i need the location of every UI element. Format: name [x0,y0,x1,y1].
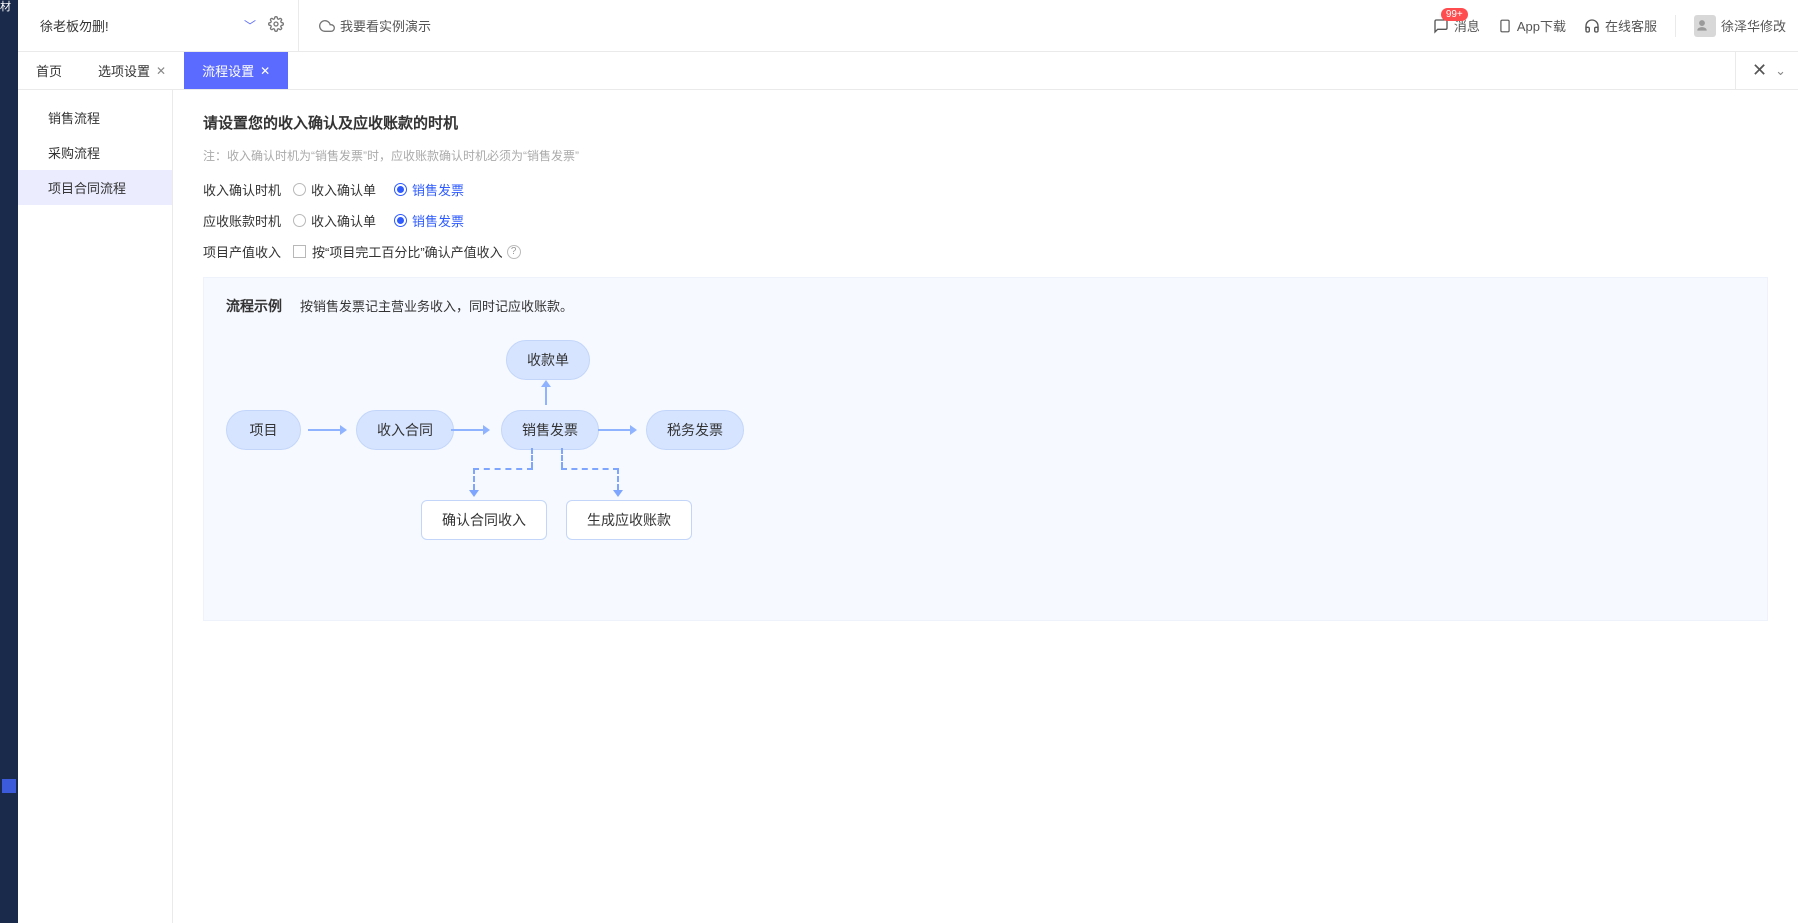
flow-example-title: 流程示例 [226,296,282,316]
row3-label: 项目产值收入 [203,242,293,261]
row-receivable-timing: 应收账款时机 收入确认单 销售发票 [203,211,1768,230]
headset-icon [1584,18,1600,34]
content-panel: 请设置您的收入确认及应收账款的时机 注：收入确认时机为“销售发票”时，应收账款确… [173,90,1798,923]
chevron-down-icon[interactable]: ﹀ [244,17,256,34]
radio-label: 收入确认单 [311,180,376,199]
row2-label: 应收账款时机 [203,211,293,230]
node-income-contract: 收入合同 [356,410,454,450]
main-area: 销售流程 采购流程 项目合同流程 请设置您的收入确认及应收账款的时机 注：收入确… [18,90,1798,923]
support-label: 在线客服 [1605,16,1657,35]
user-avatar-icon [1694,15,1716,37]
arrow-up-icon [541,380,551,405]
app-header: 徐老板勿删! ﹀ 我要看实例演示 99+ 消息 App下载 在线客服 徐泽华修改 [18,0,1798,52]
sidebar-item-purchase-flow[interactable]: 采购流程 [18,135,172,170]
username-label: 徐泽华修改 [1721,16,1786,35]
org-name-label: 徐老板勿删! [40,16,240,35]
flow-diagram: 收款单 项目 收入合同 销售发票 税务发票 确认合同收入 生成应收账款 [226,340,1745,580]
tabs-dropdown-icon[interactable]: ⌄ [1773,63,1788,79]
flow-example-panel: 流程示例 按销售发票记主营业务收入，同时记应收账款。 收款单 项目 收入合同 销… [203,277,1768,621]
arrow-icon [451,425,490,435]
row-income-timing: 收入确认时机 收入确认单 销售发票 [203,180,1768,199]
demo-link[interactable]: 我要看实例演示 [319,16,431,35]
tab-flow-label: 流程设置 [202,61,254,80]
gear-icon[interactable] [268,16,284,35]
page-title: 请设置您的收入确认及应收账款的时机 [203,112,1768,133]
radio-income-invoice[interactable]: 销售发票 [394,180,464,199]
dashed-connector [561,448,563,468]
header-separator [1675,15,1676,37]
tab-bar: 首页 选项设置 ✕ 流程设置 ✕ ✕ ⌄ [18,52,1798,90]
demo-link-label: 我要看实例演示 [340,16,431,35]
left-strip-indicator [2,779,16,793]
tab-home-label: 首页 [36,61,62,80]
node-gen-receivable: 生成应收账款 [566,500,692,540]
dashed-connector [473,468,533,470]
app-download-label: App下载 [1517,16,1566,35]
arrow-down-icon [613,490,623,497]
arrow-down-icon [469,490,479,497]
flow-example-desc: 按销售发票记主营业务收入，同时记应收账款。 [300,296,573,315]
tab-options[interactable]: 选项设置 ✕ [80,52,184,89]
node-confirm-income: 确认合同收入 [421,500,547,540]
messages-badge: 99+ [1441,8,1468,21]
dashed-connector [531,448,533,468]
dashed-connector [473,468,475,490]
user-menu[interactable]: 徐泽华修改 [1694,15,1786,37]
close-all-tabs-icon[interactable]: ✕ [1746,60,1773,81]
org-selector[interactable]: 徐老板勿删! ﹀ [40,0,299,51]
radio-recv-invoice[interactable]: 销售发票 [394,211,464,230]
tab-home[interactable]: 首页 [18,52,80,89]
help-icon[interactable]: ? [507,245,521,259]
node-receipt: 收款单 [506,340,590,380]
tabs-actions: ✕ ⌄ [1735,52,1798,89]
node-tax-invoice: 税务发票 [646,410,744,450]
dashed-connector [617,468,619,490]
arrow-icon [598,425,637,435]
close-icon[interactable]: ✕ [156,64,166,78]
dashed-connector [561,468,619,470]
radio-icon [293,214,306,227]
node-project: 项目 [226,410,301,450]
radio-income-confirm[interactable]: 收入确认单 [293,180,376,199]
support-button[interactable]: 在线客服 [1584,16,1657,35]
row-project-output: 项目产值收入 按“项目完工百分比”确认产值收入 ? [203,242,1768,261]
arrow-icon [308,425,347,435]
phone-icon [1498,18,1512,34]
left-nav-strip [0,0,18,923]
checkbox-label: 按“项目完工百分比”确认产值收入 [312,242,503,261]
sidebar-item-project-contract-flow[interactable]: 项目合同流程 [18,170,172,205]
radio-label: 收入确认单 [311,211,376,230]
radio-icon [394,183,407,196]
radio-label: 销售发票 [412,180,464,199]
app-logo-tag [0,0,14,12]
tab-options-label: 选项设置 [98,61,150,80]
messages-button[interactable]: 99+ 消息 [1433,16,1480,35]
node-sales-invoice: 销售发票 [501,410,599,450]
close-icon[interactable]: ✕ [260,64,270,78]
radio-icon [293,183,306,196]
radio-label: 销售发票 [412,211,464,230]
cloud-icon [319,18,335,34]
row1-label: 收入确认时机 [203,180,293,199]
app-download-button[interactable]: App下载 [1498,16,1566,35]
radio-recv-confirm[interactable]: 收入确认单 [293,211,376,230]
tab-flow-settings[interactable]: 流程设置 ✕ [184,52,288,89]
page-note: 注：收入确认时机为“销售发票”时，应收账款确认时机必须为“销售发票” [203,147,1768,164]
sidebar-item-sales-flow[interactable]: 销售流程 [18,100,172,135]
checkbox-output-percent[interactable]: 按“项目完工百分比”确认产值收入 ? [293,242,521,261]
checkbox-icon [293,245,306,258]
radio-icon [394,214,407,227]
sidebar: 销售流程 采购流程 项目合同流程 [18,90,173,923]
